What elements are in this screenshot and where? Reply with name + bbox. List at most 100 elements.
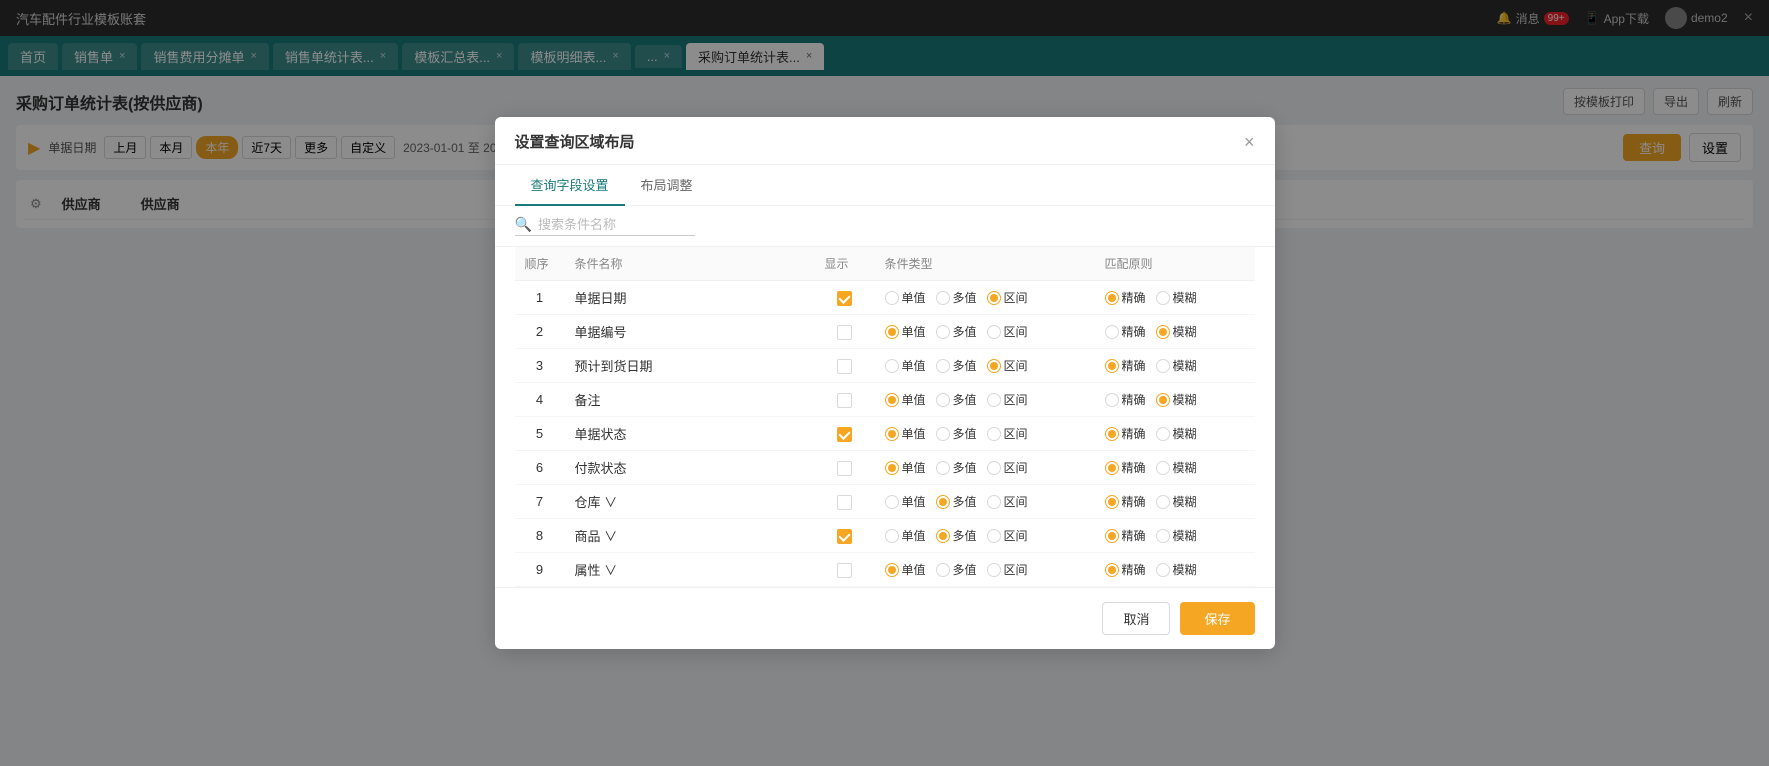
radio-type-range-6[interactable]: 区间 bbox=[987, 493, 1028, 510]
radio-type-multi-0[interactable]: 多值 bbox=[936, 289, 977, 306]
radio-dot-type-multi-7 bbox=[936, 529, 950, 543]
radio-label-type-single-2: 单值 bbox=[902, 357, 926, 374]
radio-dot-type-single-4 bbox=[885, 427, 899, 441]
radio-type-multi-1[interactable]: 多值 bbox=[936, 323, 977, 340]
cell-display-5[interactable] bbox=[815, 451, 875, 485]
cell-name-2: 预计到货日期 bbox=[565, 349, 815, 383]
radio-dot-type-range-5 bbox=[987, 461, 1001, 475]
radio-label-type-range-1: 区间 bbox=[1004, 323, 1028, 340]
radio-dot-match-fuzzy-6 bbox=[1156, 495, 1170, 509]
cell-display-6[interactable] bbox=[815, 485, 875, 519]
radio-type-range-1[interactable]: 区间 bbox=[987, 323, 1028, 340]
radio-match-exact-7[interactable]: 精确 bbox=[1105, 527, 1146, 544]
cell-display-7[interactable] bbox=[815, 519, 875, 553]
radio-match-exact-5[interactable]: 精确 bbox=[1105, 459, 1146, 476]
radio-type-multi-4[interactable]: 多值 bbox=[936, 425, 977, 442]
radio-dot-match-exact-4 bbox=[1105, 427, 1119, 441]
save-button[interactable]: 保存 bbox=[1180, 602, 1254, 635]
tab-query-fields[interactable]: 查询字段设置 bbox=[515, 165, 625, 206]
radio-type-range-4[interactable]: 区间 bbox=[987, 425, 1028, 442]
radio-dot-match-exact-7 bbox=[1105, 529, 1119, 543]
radio-type-multi-3[interactable]: 多值 bbox=[936, 391, 977, 408]
radio-match-exact-8[interactable]: 精确 bbox=[1105, 561, 1146, 578]
search-input[interactable] bbox=[538, 217, 688, 232]
radio-type-range-8[interactable]: 区间 bbox=[987, 561, 1028, 578]
radio-type-multi-7[interactable]: 多值 bbox=[936, 527, 977, 544]
radio-type-single-7[interactable]: 单值 bbox=[885, 527, 926, 544]
radio-type-single-0[interactable]: 单值 bbox=[885, 289, 926, 306]
radio-label-match-exact-7: 精确 bbox=[1122, 527, 1146, 544]
radio-dot-match-fuzzy-2 bbox=[1156, 359, 1170, 373]
radio-type-multi-6[interactable]: 多值 bbox=[936, 493, 977, 510]
radio-match-fuzzy-4[interactable]: 模糊 bbox=[1156, 425, 1197, 442]
radio-type-single-5[interactable]: 单值 bbox=[885, 459, 926, 476]
checkbox-display-7[interactable] bbox=[837, 529, 852, 544]
radio-dot-type-range-1 bbox=[987, 325, 1001, 339]
tab-layout[interactable]: 布局调整 bbox=[625, 165, 709, 206]
radio-type-single-4[interactable]: 单值 bbox=[885, 425, 926, 442]
table-row: 6付款状态单值多值区间精确模糊 bbox=[515, 451, 1255, 485]
radio-dot-type-single-2 bbox=[885, 359, 899, 373]
cell-display-3[interactable] bbox=[815, 383, 875, 417]
cell-order-4: 5 bbox=[515, 417, 565, 451]
radio-match-exact-1[interactable]: 精确 bbox=[1105, 323, 1146, 340]
radio-match-fuzzy-2[interactable]: 模糊 bbox=[1156, 357, 1197, 374]
radio-label-type-multi-6: 多值 bbox=[953, 493, 977, 510]
radio-type-range-7[interactable]: 区间 bbox=[987, 527, 1028, 544]
radio-match-exact-2[interactable]: 精确 bbox=[1105, 357, 1146, 374]
cell-display-8[interactable] bbox=[815, 553, 875, 587]
radio-type-range-3[interactable]: 区间 bbox=[987, 391, 1028, 408]
radio-type-single-2[interactable]: 单值 bbox=[885, 357, 926, 374]
radio-dot-type-single-8 bbox=[885, 563, 899, 577]
radio-match-fuzzy-0[interactable]: 模糊 bbox=[1156, 289, 1197, 306]
radio-match-fuzzy-5[interactable]: 模糊 bbox=[1156, 459, 1197, 476]
dialog-close-button[interactable]: × bbox=[1244, 133, 1255, 151]
checkbox-display-0[interactable] bbox=[837, 291, 852, 306]
radio-dot-type-single-1 bbox=[885, 325, 899, 339]
checkbox-display-4[interactable] bbox=[837, 427, 852, 442]
radio-match-exact-3[interactable]: 精确 bbox=[1105, 391, 1146, 408]
radio-match-fuzzy-1[interactable]: 模糊 bbox=[1156, 323, 1197, 340]
cell-display-0[interactable] bbox=[815, 281, 875, 315]
cell-order-7: 8 bbox=[515, 519, 565, 553]
radio-label-type-single-7: 单值 bbox=[902, 527, 926, 544]
radio-match-fuzzy-6[interactable]: 模糊 bbox=[1156, 493, 1197, 510]
radio-type-single-3[interactable]: 单值 bbox=[885, 391, 926, 408]
table-row: 2单据编号单值多值区间精确模糊 bbox=[515, 315, 1255, 349]
cancel-button[interactable]: 取消 bbox=[1102, 602, 1170, 635]
cell-match-3: 精确模糊 bbox=[1095, 383, 1255, 417]
radio-match-fuzzy-3[interactable]: 模糊 bbox=[1156, 391, 1197, 408]
cell-display-2[interactable] bbox=[815, 349, 875, 383]
radio-type-range-0[interactable]: 区间 bbox=[987, 289, 1028, 306]
radio-match-exact-0[interactable]: 精确 bbox=[1105, 289, 1146, 306]
radio-match-fuzzy-7[interactable]: 模糊 bbox=[1156, 527, 1197, 544]
radio-type-single-1[interactable]: 单值 bbox=[885, 323, 926, 340]
radio-type-range-2[interactable]: 区间 bbox=[987, 357, 1028, 374]
radio-match-exact-6[interactable]: 精确 bbox=[1105, 493, 1146, 510]
radio-dot-type-multi-2 bbox=[936, 359, 950, 373]
radio-type-multi-2[interactable]: 多值 bbox=[936, 357, 977, 374]
radio-label-type-single-4: 单值 bbox=[902, 425, 926, 442]
checkbox-display-5[interactable] bbox=[837, 461, 852, 476]
modal-overlay: 设置查询区域布局 × 查询字段设置 布局调整 🔍 顺序 条件名称 bbox=[0, 0, 1769, 766]
radio-dot-match-fuzzy-7 bbox=[1156, 529, 1170, 543]
checkbox-display-6[interactable] bbox=[837, 495, 852, 510]
cell-display-4[interactable] bbox=[815, 417, 875, 451]
cell-display-1[interactable] bbox=[815, 315, 875, 349]
radio-type-range-5[interactable]: 区间 bbox=[987, 459, 1028, 476]
checkbox-display-2[interactable] bbox=[837, 359, 852, 374]
checkbox-display-8[interactable] bbox=[837, 563, 852, 578]
radio-dot-type-range-6 bbox=[987, 495, 1001, 509]
radio-type-single-6[interactable]: 单值 bbox=[885, 493, 926, 510]
radio-label-type-range-3: 区间 bbox=[1004, 391, 1028, 408]
checkbox-display-1[interactable] bbox=[837, 325, 852, 340]
checkbox-display-3[interactable] bbox=[837, 393, 852, 408]
cell-type-6: 单值 多值区间 bbox=[875, 485, 1095, 519]
radio-type-multi-8[interactable]: 多值 bbox=[936, 561, 977, 578]
radio-label-type-range-8: 区间 bbox=[1004, 561, 1028, 578]
radio-match-exact-4[interactable]: 精确 bbox=[1105, 425, 1146, 442]
radio-match-fuzzy-8[interactable]: 模糊 bbox=[1156, 561, 1197, 578]
radio-type-multi-5[interactable]: 多值 bbox=[936, 459, 977, 476]
table-row: 8商品 ∨单值多值区间精确模糊 bbox=[515, 519, 1255, 553]
radio-type-single-8[interactable]: 单值 bbox=[885, 561, 926, 578]
